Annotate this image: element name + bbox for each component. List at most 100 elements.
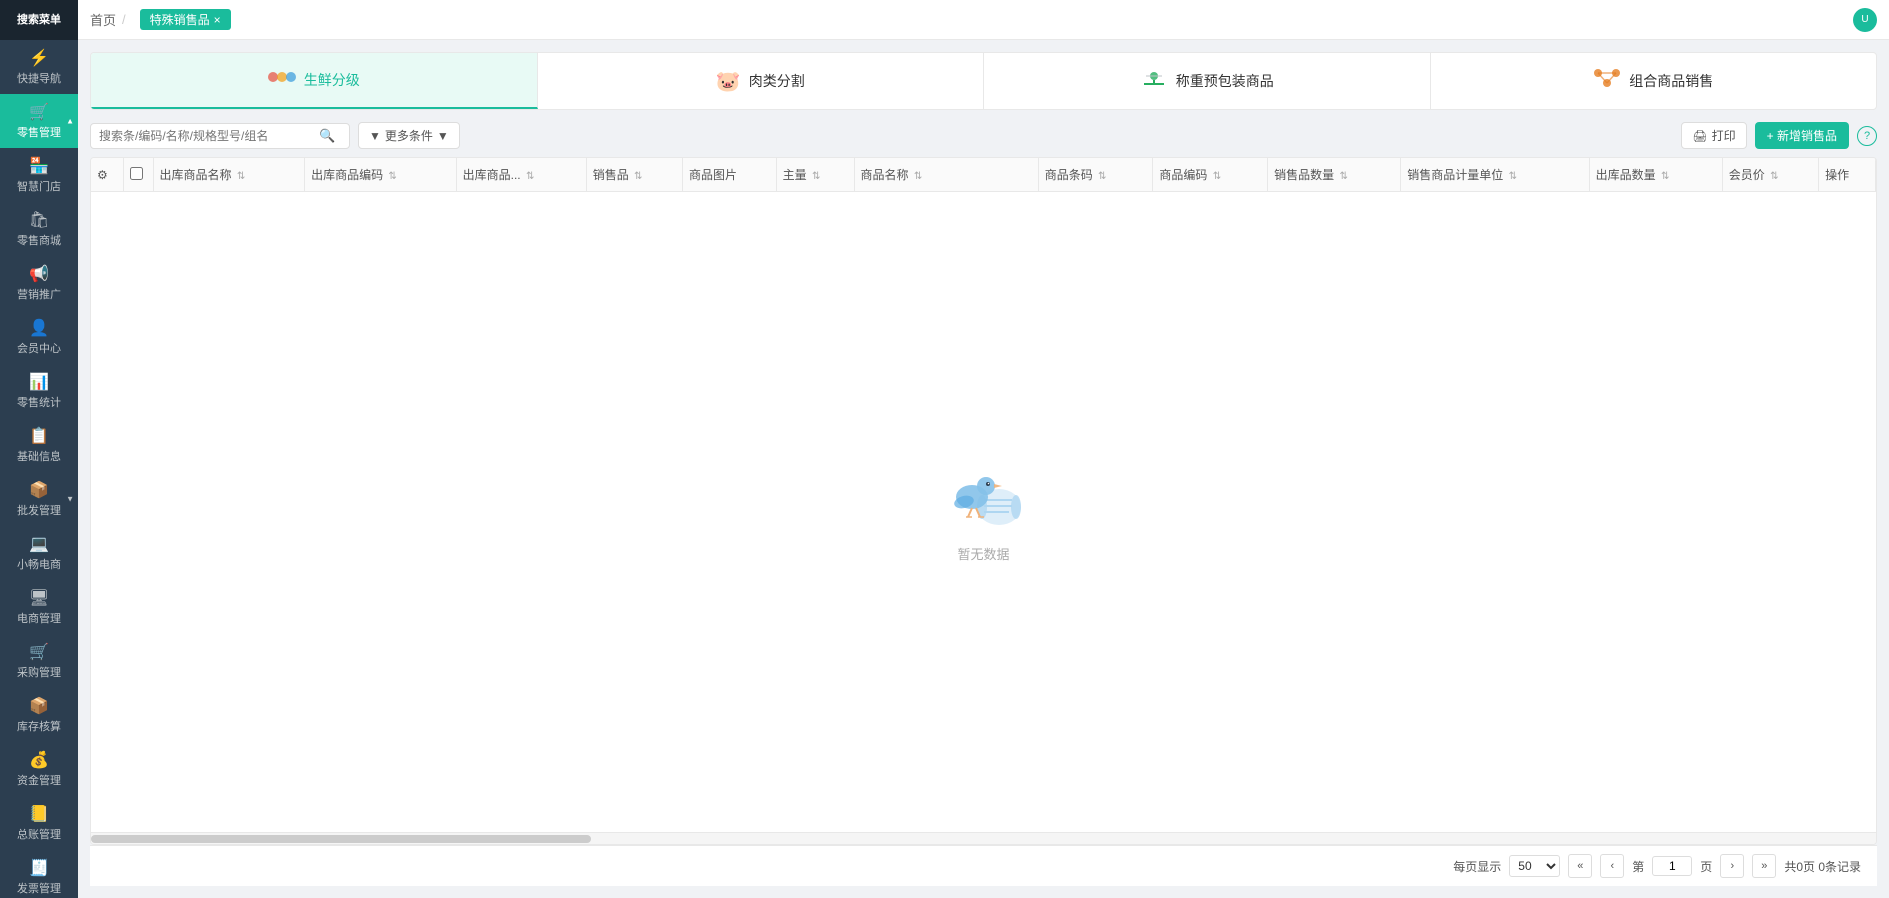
- sort-icon: ⇅: [1098, 171, 1106, 182]
- sidebar-item-basic-info[interactable]: 📋 基础信息: [0, 418, 78, 472]
- user-avatar: U: [1853, 8, 1877, 32]
- wholesale-mgmt-icon: 📦: [29, 480, 49, 500]
- col-member-price[interactable]: 会员价 ⇅: [1722, 158, 1818, 192]
- sidebar-item-label: 零售管理: [17, 124, 61, 140]
- sidebar-item-mini-ecom[interactable]: 💻 小畅电商: [0, 526, 78, 580]
- first-page-button[interactable]: «: [1568, 854, 1592, 878]
- search-input[interactable]: [99, 129, 319, 143]
- help-icon: ?: [1864, 130, 1870, 142]
- col-stock-code[interactable]: 出库商品编码 ⇅: [305, 158, 457, 192]
- col-product-img[interactable]: 商品图片: [682, 158, 776, 192]
- sidebar-item-label: 零售商城: [17, 232, 61, 248]
- retail-mgmt-icon: 🛒: [29, 102, 49, 122]
- tab-fresh-grade-label: 生鲜分级: [304, 70, 360, 90]
- tab-weigh-pack[interactable]: 称重预包装商品: [984, 53, 1431, 109]
- sort-icon: ⇅: [1213, 171, 1221, 182]
- topbar: 首页 / 特殊销售品 × U: [78, 0, 1889, 40]
- tab-combo-sale[interactable]: 组合商品销售: [1431, 53, 1877, 109]
- sidebar-item-label: 电商管理: [17, 610, 61, 626]
- col-operation: 操作: [1819, 158, 1876, 192]
- data-table: ⚙ 出库商品名称 ⇅ 出库商品编码 ⇅ 出库商品: [91, 158, 1876, 192]
- col-sale-unit[interactable]: 销售商品计量单位 ⇅: [1401, 158, 1589, 192]
- search-icon[interactable]: 🔍: [319, 128, 335, 144]
- breadcrumb-home[interactable]: 首页: [90, 10, 116, 29]
- add-product-button[interactable]: + 新增销售品: [1755, 122, 1849, 149]
- sort-icon: ⇅: [914, 171, 922, 182]
- sidebar-item-wholesale-mgmt[interactable]: 📦 批发管理: [0, 472, 78, 526]
- sidebar-item-label: 零售统计: [17, 394, 61, 410]
- filter-button[interactable]: ▼ 更多条件 ▼: [358, 122, 460, 149]
- sidebar-item-label: 采购管理: [17, 664, 61, 680]
- sidebar-item-ecom-mgmt[interactable]: 🖥 电商管理: [0, 580, 78, 634]
- prev-page-button[interactable]: ‹: [1600, 854, 1624, 878]
- mini-ecom-icon: 💻: [29, 534, 49, 554]
- empty-state: 暂无数据: [91, 192, 1876, 832]
- sidebar-item-marketing[interactable]: 📢 营销推广: [0, 256, 78, 310]
- sidebar-item-label: 发票管理: [17, 880, 61, 896]
- total-label: 共0页 0条记录: [1784, 858, 1861, 875]
- col-sale-qty[interactable]: 销售品数量 ⇅: [1268, 158, 1401, 192]
- sidebar-logo: 搜索菜单: [0, 0, 78, 40]
- sidebar-item-inventory[interactable]: 📦 库存核算: [0, 688, 78, 742]
- horizontal-scrollbar-area[interactable]: [91, 832, 1876, 844]
- smart-store-icon: 🏪: [29, 156, 49, 176]
- sort-icon: ⇅: [634, 171, 642, 182]
- sidebar-item-ledger-mgmt[interactable]: 📒 总账管理: [0, 796, 78, 850]
- retail-stats-icon: 📊: [29, 372, 49, 392]
- topbar-right: U: [1853, 8, 1877, 32]
- active-tab-tag[interactable]: 特殊销售品 ×: [140, 9, 231, 30]
- tab-combo-sale-label: 组合商品销售: [1629, 71, 1713, 91]
- sidebar-item-label: 快捷导航: [17, 70, 61, 86]
- col-product-name[interactable]: 商品名称 ⇅: [854, 158, 1038, 192]
- col-main-weight[interactable]: 主量 ⇅: [776, 158, 854, 192]
- sidebar-item-label: 总账管理: [17, 826, 61, 842]
- sidebar-item-capital-mgmt[interactable]: 💰 资金管理: [0, 742, 78, 796]
- sidebar-item-retail-stats[interactable]: 📊 零售统计: [0, 364, 78, 418]
- meat-cut-icon: 🐷: [716, 69, 741, 94]
- sort-icon: ⇅: [237, 171, 245, 182]
- sidebar-item-member-center[interactable]: 👤 会员中心: [0, 310, 78, 364]
- toolbar: 🔍 ▼ 更多条件 ▼ 🖨 打印 + 新增销售品 ?: [90, 122, 1877, 149]
- sidebar-item-retail-mgmt[interactable]: 🛒 零售管理: [0, 94, 78, 148]
- col-checkbox[interactable]: [123, 158, 153, 192]
- next-page-button[interactable]: ›: [1720, 854, 1744, 878]
- page-size-select[interactable]: 50 20 100: [1509, 855, 1560, 877]
- page-input[interactable]: [1652, 856, 1692, 876]
- tab-weigh-pack-label: 称重预包装商品: [1176, 71, 1274, 91]
- active-tab-label: 特殊销售品: [150, 11, 210, 28]
- page-label: 第: [1632, 858, 1644, 875]
- col-sale-item[interactable]: 销售品 ⇅: [586, 158, 682, 192]
- horizontal-scrollbar-thumb[interactable]: [91, 835, 591, 843]
- quick-nav-icon: ⚡: [29, 48, 49, 68]
- col-stock-qty[interactable]: 出库品数量 ⇅: [1589, 158, 1722, 192]
- col-stock-name[interactable]: 出库商品名称 ⇅: [153, 158, 305, 192]
- col-stock-spec[interactable]: 出库商品... ⇅: [456, 158, 586, 192]
- col-product-code[interactable]: 商品编码 ⇅: [1153, 158, 1268, 192]
- purchase-mgmt-icon: 🛒: [29, 642, 49, 662]
- member-center-icon: 👤: [29, 318, 49, 338]
- tab-meat-cut[interactable]: 🐷 肉类分割: [538, 53, 985, 109]
- col-settings[interactable]: ⚙: [91, 158, 123, 192]
- sidebar-item-retail-mall[interactable]: 🛍 零售商城: [0, 202, 78, 256]
- last-page-button[interactable]: »: [1752, 854, 1776, 878]
- sidebar-item-quick-nav[interactable]: ⚡ 快捷导航: [0, 40, 78, 94]
- sort-icon: ⇅: [812, 171, 820, 182]
- ecom-mgmt-icon: 🖥: [29, 588, 49, 608]
- help-button[interactable]: ?: [1857, 126, 1877, 146]
- select-all-checkbox[interactable]: [130, 167, 143, 180]
- filter-icon: ▼: [369, 129, 381, 143]
- sidebar-item-smart-store[interactable]: 🏪 智慧门店: [0, 148, 78, 202]
- capital-mgmt-icon: 💰: [29, 750, 49, 770]
- sidebar: 搜索菜单 ⚡ 快捷导航 🛒 零售管理 🏪 智慧门店 🛍 零售商城 📢 营销推广 …: [0, 0, 78, 898]
- col-barcode[interactable]: 商品条码 ⇅: [1038, 158, 1153, 192]
- ledger-mgmt-icon: 📒: [29, 804, 49, 824]
- print-button[interactable]: 🖨 打印: [1681, 122, 1746, 149]
- tab-close-button[interactable]: ×: [214, 13, 221, 27]
- sidebar-item-label: 营销推广: [17, 286, 61, 302]
- table-header-row: ⚙ 出库商品名称 ⇅ 出库商品编码 ⇅ 出库商品: [91, 158, 1876, 192]
- sidebar-item-invoice-mgmt[interactable]: 🧾 发票管理: [0, 850, 78, 898]
- inventory-icon: 📦: [29, 696, 49, 716]
- sort-icon: ⇅: [1770, 171, 1778, 182]
- sidebar-item-purchase-mgmt[interactable]: 🛒 采购管理: [0, 634, 78, 688]
- tab-fresh-grade[interactable]: 生鲜分级: [91, 53, 538, 109]
